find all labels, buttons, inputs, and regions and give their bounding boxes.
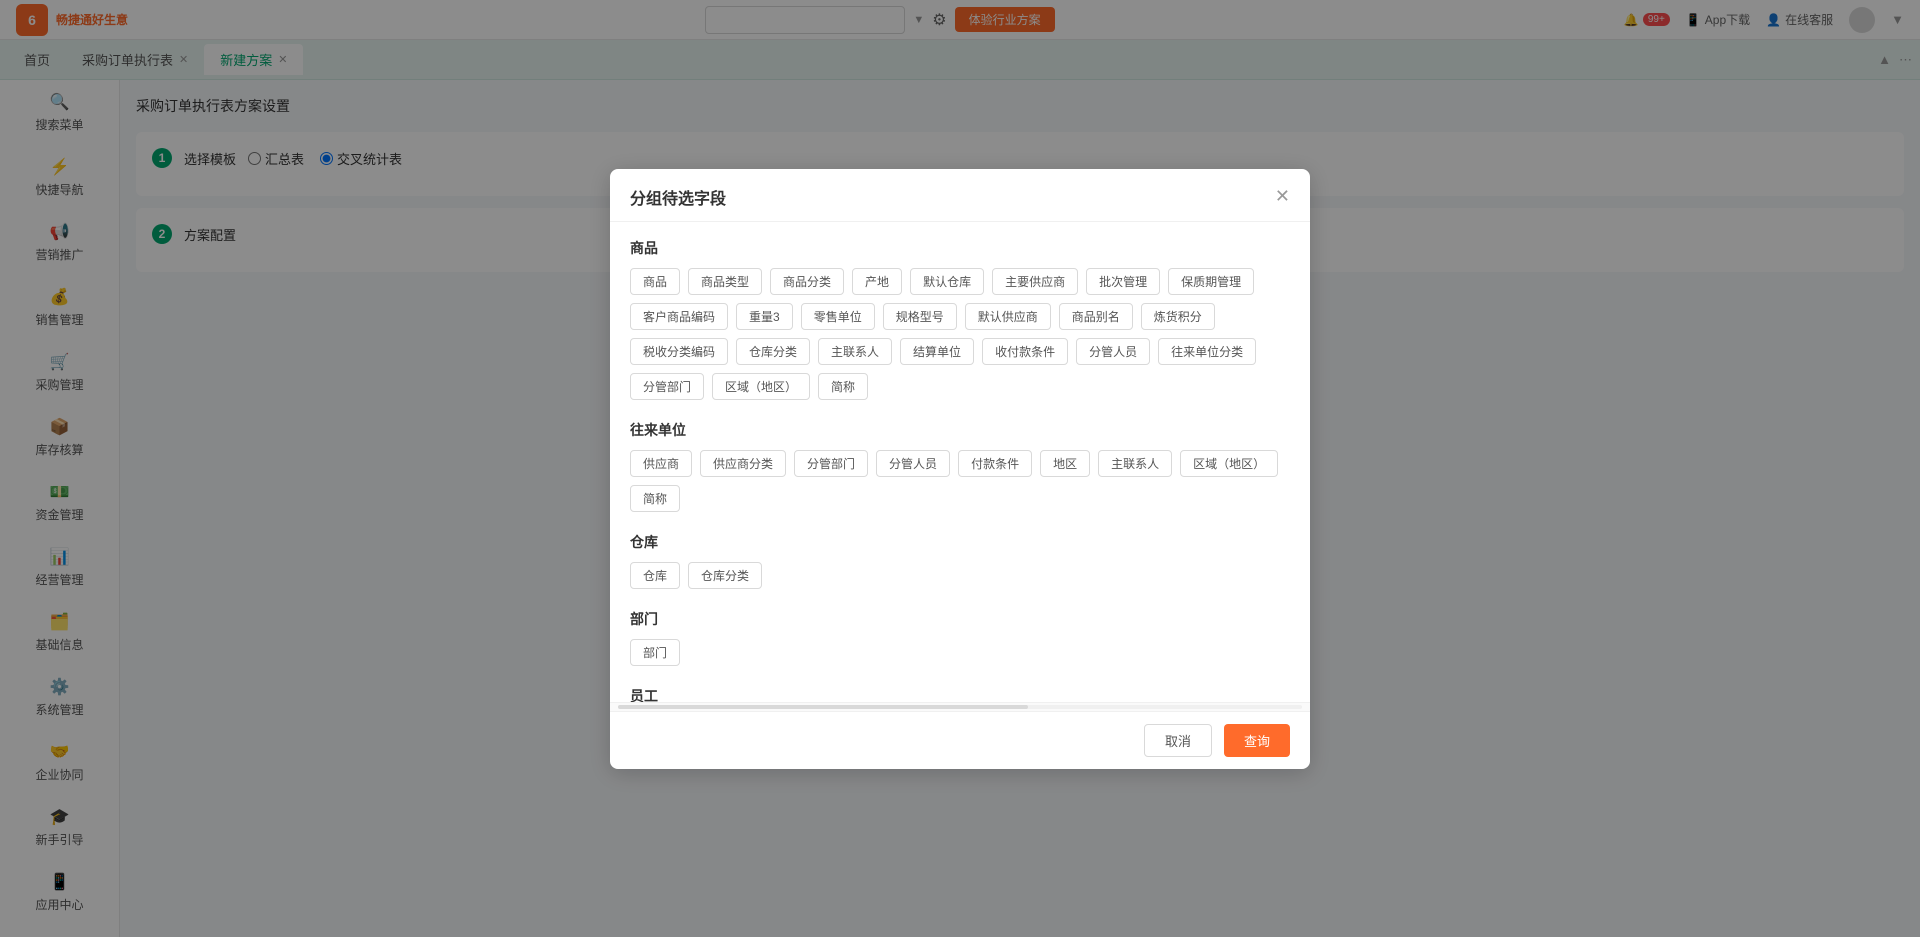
section-product: 商品 商品 商品类型 商品分类 产地 默认仓库 主要供应商 批次管理 保质期管理…: [630, 238, 1290, 400]
tag-product-11[interactable]: 规格型号: [883, 303, 957, 330]
tag-product-19[interactable]: 收付款条件: [982, 338, 1068, 365]
tag-product-6[interactable]: 批次管理: [1086, 268, 1160, 295]
modal: 分组待选字段 ✕ 商品 商品 商品类型 商品分类 产地 默认仓库 主要供应商 批…: [610, 169, 1310, 769]
tag-product-18[interactable]: 结算单位: [900, 338, 974, 365]
tag-product-4[interactable]: 默认仓库: [910, 268, 984, 295]
section-warehouse-tags: 仓库 仓库分类: [630, 562, 1290, 589]
tag-product-20[interactable]: 分管人员: [1076, 338, 1150, 365]
tag-product-23[interactable]: 区域（地区）: [712, 373, 810, 400]
tag-partner-5[interactable]: 地区: [1040, 450, 1090, 477]
section-dept: 部门 部门: [630, 609, 1290, 666]
tag-product-2[interactable]: 商品分类: [770, 268, 844, 295]
modal-hscroll[interactable]: [610, 702, 1310, 711]
section-dept-title: 部门: [630, 609, 1290, 629]
tag-product-16[interactable]: 仓库分类: [736, 338, 810, 365]
modal-body: 商品 商品 商品类型 商品分类 产地 默认仓库 主要供应商 批次管理 保质期管理…: [610, 222, 1310, 702]
section-warehouse: 仓库 仓库 仓库分类: [630, 532, 1290, 589]
modal-title: 分组待选字段: [630, 185, 726, 209]
tag-product-14[interactable]: 炼货积分: [1141, 303, 1215, 330]
tag-product-24[interactable]: 简称: [818, 373, 868, 400]
tag-product-5[interactable]: 主要供应商: [992, 268, 1078, 295]
section-warehouse-title: 仓库: [630, 532, 1290, 552]
section-dept-tags: 部门: [630, 639, 1290, 666]
tag-partner-6[interactable]: 主联系人: [1098, 450, 1172, 477]
section-partner: 往来单位 供应商 供应商分类 分管部门 分管人员 付款条件 地区 主联系人 区域…: [630, 420, 1290, 512]
tag-partner-4[interactable]: 付款条件: [958, 450, 1032, 477]
modal-overlay: 分组待选字段 ✕ 商品 商品 商品类型 商品分类 产地 默认仓库 主要供应商 批…: [0, 0, 1920, 937]
tag-partner-0[interactable]: 供应商: [630, 450, 692, 477]
tag-warehouse-1[interactable]: 仓库分类: [688, 562, 762, 589]
modal-close-button[interactable]: ✕: [1275, 186, 1290, 207]
modal-footer: 取消 查询: [610, 711, 1310, 769]
tag-partner-8[interactable]: 简称: [630, 485, 680, 512]
tag-product-21[interactable]: 往来单位分类: [1158, 338, 1256, 365]
tag-product-7[interactable]: 保质期管理: [1168, 268, 1254, 295]
tag-product-8[interactable]: 客户商品编码: [630, 303, 728, 330]
tag-dept-0[interactable]: 部门: [630, 639, 680, 666]
tag-product-9[interactable]: 重量3: [736, 303, 793, 330]
confirm-button[interactable]: 查询: [1224, 724, 1290, 757]
tag-partner-1[interactable]: 供应商分类: [700, 450, 786, 477]
tag-product-3[interactable]: 产地: [852, 268, 902, 295]
tag-product-15[interactable]: 税收分类编码: [630, 338, 728, 365]
section-product-title: 商品: [630, 238, 1290, 258]
tag-product-12[interactable]: 默认供应商: [965, 303, 1051, 330]
tag-partner-3[interactable]: 分管人员: [876, 450, 950, 477]
tag-product-10[interactable]: 零售单位: [801, 303, 875, 330]
tag-product-13[interactable]: 商品别名: [1059, 303, 1133, 330]
tag-partner-7[interactable]: 区域（地区）: [1180, 450, 1278, 477]
section-product-tags: 商品 商品类型 商品分类 产地 默认仓库 主要供应商 批次管理 保质期管理 客户…: [630, 268, 1290, 400]
section-partner-tags: 供应商 供应商分类 分管部门 分管人员 付款条件 地区 主联系人 区域（地区） …: [630, 450, 1290, 512]
cancel-button[interactable]: 取消: [1144, 724, 1212, 757]
tag-partner-2[interactable]: 分管部门: [794, 450, 868, 477]
modal-header: 分组待选字段 ✕: [610, 169, 1310, 222]
section-employee: 员工 业务员: [630, 686, 1290, 702]
tag-product-0[interactable]: 商品: [630, 268, 680, 295]
section-employee-title: 员工: [630, 686, 1290, 702]
tag-product-1[interactable]: 商品类型: [688, 268, 762, 295]
tag-product-17[interactable]: 主联系人: [818, 338, 892, 365]
tag-warehouse-0[interactable]: 仓库: [630, 562, 680, 589]
tag-product-22[interactable]: 分管部门: [630, 373, 704, 400]
section-partner-title: 往来单位: [630, 420, 1290, 440]
